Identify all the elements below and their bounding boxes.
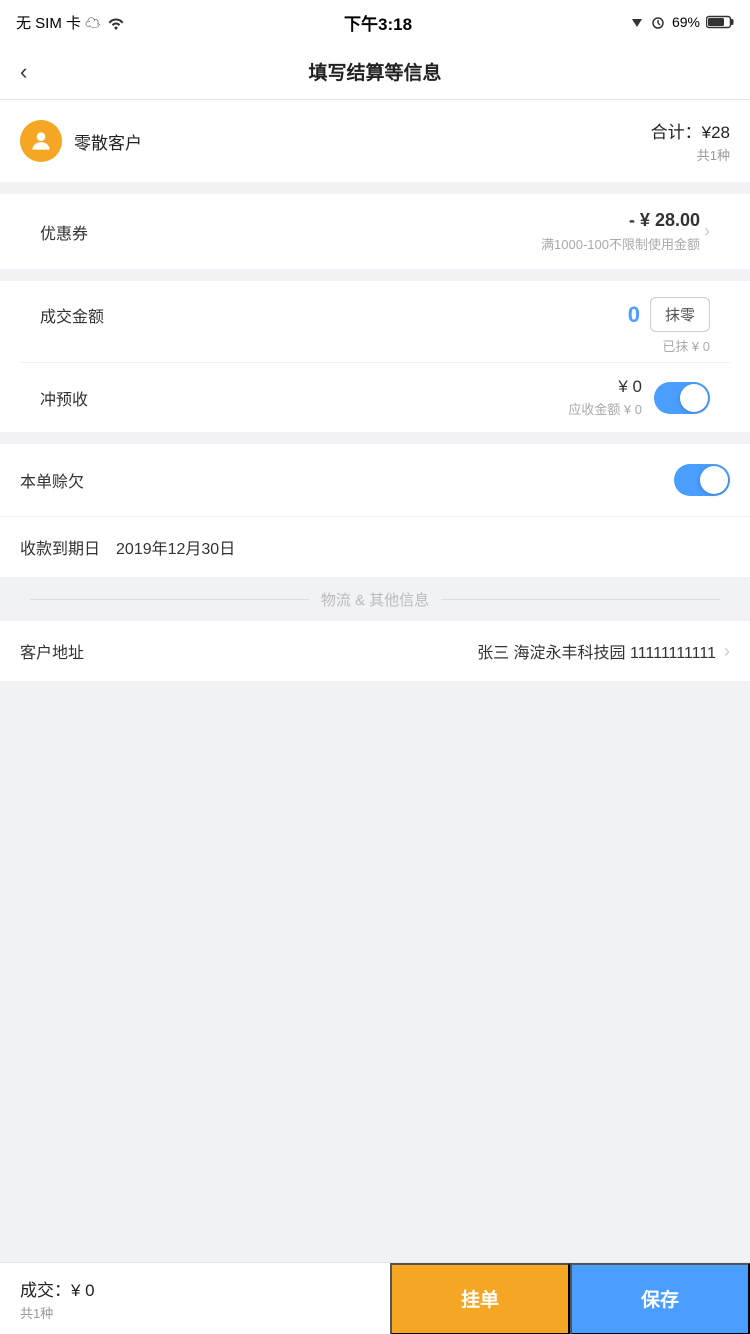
customer-count: 共1种: [651, 145, 730, 164]
coupon-label: 优惠券: [40, 220, 88, 244]
divider-3: [0, 432, 750, 444]
debt-toggle[interactable]: [674, 464, 730, 496]
transaction-value-block: 抹零: [560, 297, 710, 332]
address-chevron-icon: ›: [724, 641, 730, 662]
person-icon: [28, 128, 54, 154]
bottom-bar: 成交：¥ 0 共1种 挂单 保存: [0, 1262, 750, 1334]
pre-receive-amounts: ¥ 0 应收金额 ¥ 0: [568, 377, 642, 418]
empty-area: [0, 681, 750, 861]
round-off-sub: 已抹 ¥ 0: [662, 339, 710, 354]
pre-receive-right: ¥ 0 应收金额 ¥ 0: [568, 377, 710, 418]
coupon-amount: - ¥ 28.00: [541, 210, 700, 231]
status-time: 下午3:18: [344, 10, 412, 35]
alarm-icon: [650, 14, 666, 30]
nav-bar: ‹ 填写结算等信息: [0, 44, 750, 100]
debt-toggle-knob: [700, 466, 728, 494]
pre-receive-row: 冲预收 ¥ 0 应收金额 ¥ 0: [20, 363, 730, 432]
customer-row: 零散客户 合计：¥28 共1种: [0, 100, 750, 182]
bottom-deal: 成交：¥ 0: [20, 1276, 390, 1301]
transaction-section: 成交金额 抹零 已抹 ¥ 0 冲预收 ¥ 0 应收金额 ¥ 0: [0, 281, 750, 432]
transaction-row: 成交金额 抹零 已抹 ¥ 0: [20, 281, 730, 363]
address-row[interactable]: 客户地址 张三 海淀永丰科技园 11111111111 ›: [0, 621, 750, 681]
wifi-icon: [106, 14, 126, 30]
logistics-label: 物流 & 其他信息: [309, 589, 441, 610]
status-right: 69%: [630, 14, 734, 30]
battery-percent: 69%: [672, 14, 700, 30]
round-off-button[interactable]: 抹零: [650, 297, 710, 332]
bottom-summary: 成交：¥ 0 共1种: [0, 1276, 390, 1322]
status-left: 无 SIM 卡 ☁: [16, 12, 126, 33]
chevron-right-icon: ›: [704, 221, 710, 242]
deal-prefix: 成交：: [20, 1281, 71, 1300]
page-title: 填写结算等信息: [308, 58, 441, 85]
customer-avatar: [20, 120, 62, 162]
address-value: 张三 海淀永丰科技园 11111111111: [104, 639, 716, 663]
logistics-divider: 物流 & 其他信息: [0, 577, 750, 621]
debt-section: 本单赊欠 收款到期日 2019年12月30日: [0, 444, 750, 577]
address-section: 客户地址 张三 海淀永丰科技园 11111111111 ›: [0, 621, 750, 681]
customer-name: 零散客户: [74, 129, 142, 154]
coupon-section: 优惠券 - ¥ 28.00 满1000-100不限制使用金额 ›: [0, 194, 750, 269]
coupon-row[interactable]: 优惠券 - ¥ 28.00 满1000-100不限制使用金额 ›: [20, 194, 730, 269]
location-icon: [630, 15, 644, 29]
transaction-label: 成交金额: [40, 303, 104, 327]
back-button[interactable]: ‹: [20, 59, 27, 85]
customer-total-block: 合计：¥28 共1种: [651, 118, 730, 164]
divider-1: [0, 182, 750, 194]
pre-receive-sub: 应收金额 ¥ 0: [568, 399, 642, 418]
customer-total: 合计：¥28: [651, 118, 730, 143]
save-button[interactable]: 保存: [570, 1263, 750, 1334]
due-date-label: 收款到期日: [20, 535, 100, 559]
status-bar: 无 SIM 卡 ☁ 下午3:18 69%: [0, 0, 750, 44]
due-date-value: 2019年12月30日: [116, 535, 235, 559]
battery-icon: [706, 15, 734, 29]
address-label: 客户地址: [20, 639, 84, 663]
debt-label: 本单赊欠: [20, 468, 84, 492]
customer-left: 零散客户: [20, 120, 142, 162]
pre-receive-toggle[interactable]: [654, 382, 710, 414]
pend-button[interactable]: 挂单: [390, 1263, 570, 1334]
divider-2: [0, 269, 750, 281]
coupon-desc: 满1000-100不限制使用金额: [541, 234, 700, 253]
pre-receive-amount: ¥ 0: [568, 377, 642, 397]
due-date-row: 收款到期日 2019年12月30日: [0, 516, 750, 577]
toggle-knob: [680, 384, 708, 412]
no-sim-text: 无 SIM 卡 ☁: [16, 12, 100, 33]
debt-row: 本单赊欠: [0, 444, 750, 516]
bottom-count: 共1种: [20, 1303, 390, 1322]
deal-amount: ¥ 0: [71, 1281, 95, 1300]
transaction-input[interactable]: [560, 302, 640, 328]
coupon-right: - ¥ 28.00 满1000-100不限制使用金额: [541, 210, 700, 253]
pre-receive-label: 冲预收: [40, 386, 88, 410]
